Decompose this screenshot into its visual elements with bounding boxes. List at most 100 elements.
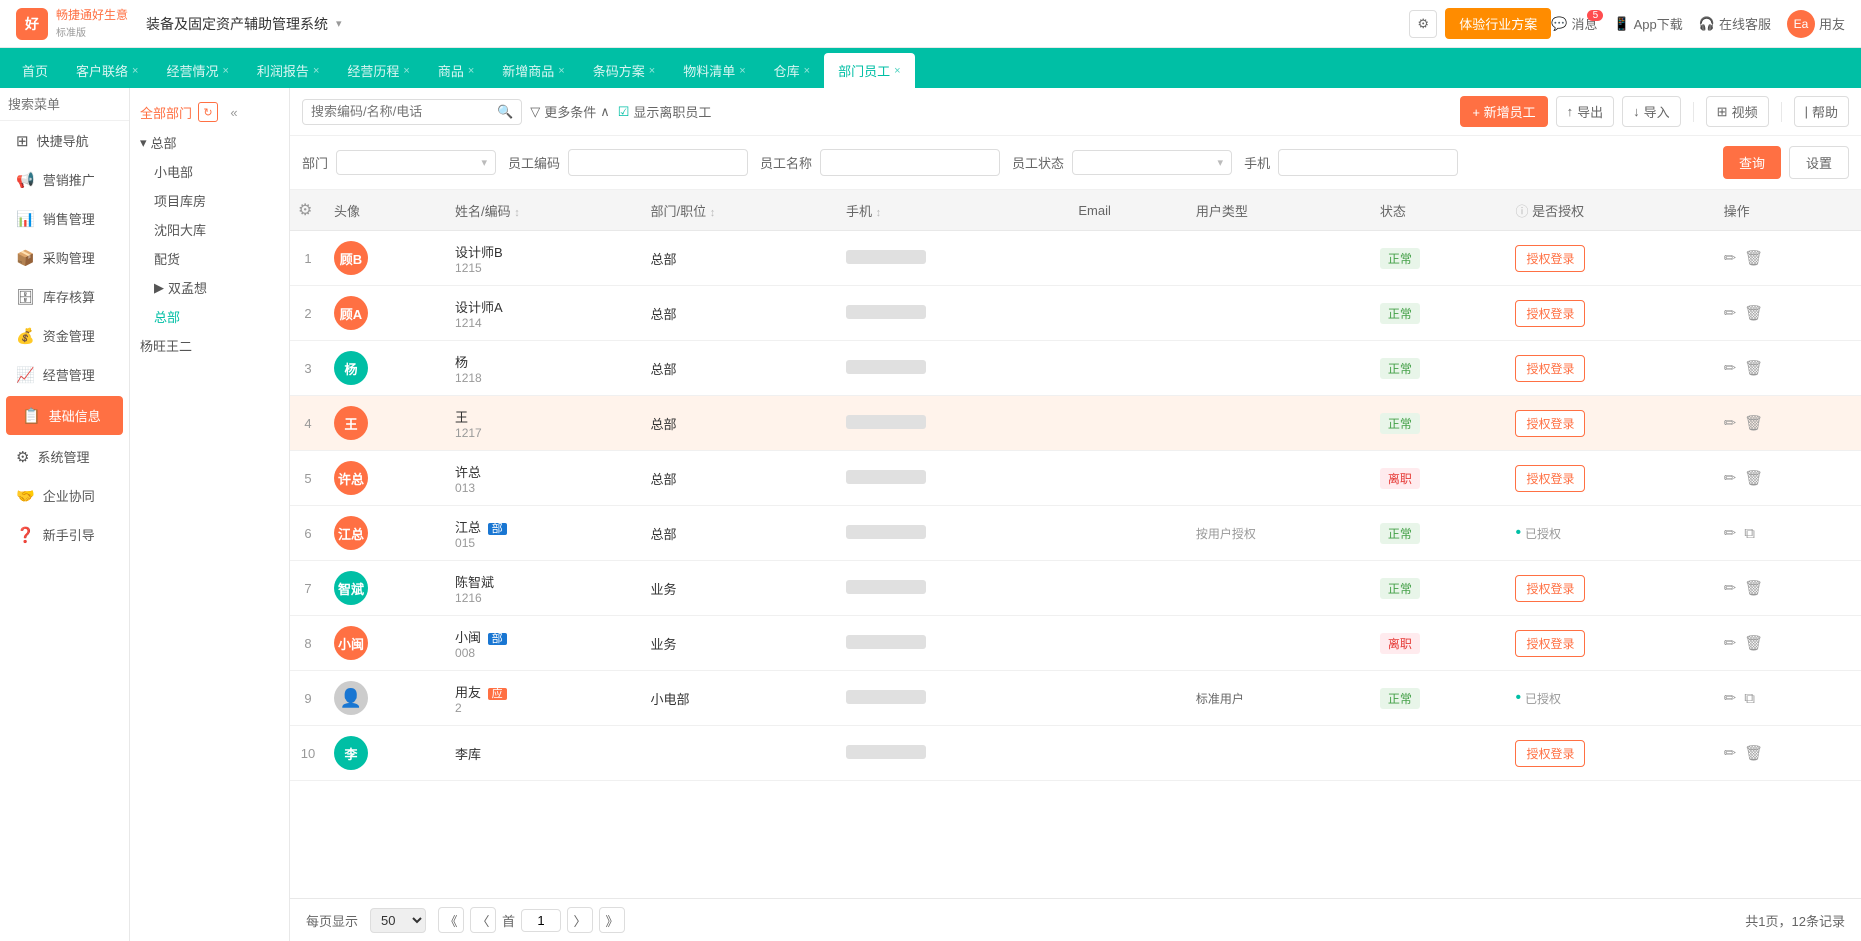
auth-login-button[interactable]: 授权登录 (1515, 300, 1585, 327)
delete-button[interactable]: 🗑 (1744, 359, 1763, 377)
tab-warehouse[interactable]: 仓库 × (760, 53, 824, 88)
system-title-dropdown-icon[interactable]: ▾ (336, 17, 342, 30)
sidebar-item-sales[interactable]: 📊 销售管理 (0, 199, 129, 238)
delete-button[interactable]: 🗑 (1744, 579, 1763, 597)
edit-button[interactable]: ✏ (1724, 689, 1737, 707)
query-button[interactable]: 查询 (1723, 146, 1781, 179)
col-name-sort-icon[interactable]: ↕ (514, 207, 520, 219)
sidebar-item-operations[interactable]: 📈 经营管理 (0, 355, 129, 394)
sidebar-item-system[interactable]: ⚙ 系统管理 (0, 437, 129, 476)
filter-dept-select[interactable]: ▾ (336, 150, 496, 175)
sidebar-item-basic[interactable]: 📋 基础信息 (6, 396, 123, 435)
add-employee-button[interactable]: + 新增员工 (1460, 96, 1547, 127)
dept-refresh-button[interactable]: ↻ (198, 102, 218, 122)
auth-login-button[interactable]: 授权登录 (1515, 410, 1585, 437)
view-button[interactable]: 视频 (1706, 96, 1769, 127)
tab-close-profit[interactable]: × (313, 65, 319, 77)
delete-button[interactable]: 🗑 (1744, 249, 1763, 267)
delete-button[interactable]: 🗑 (1744, 469, 1763, 487)
tab-close-barcode[interactable]: × (649, 65, 655, 77)
app-download-action[interactable]: 📱 App下载 (1613, 14, 1682, 33)
export-button[interactable]: 导出 (1556, 96, 1615, 127)
dept-item-shuangmengxiang[interactable]: ▶ 双孟想 (138, 273, 289, 302)
prev-page-button[interactable]: 〈 (470, 907, 496, 933)
tab-close-goods[interactable]: × (468, 65, 474, 77)
message-action[interactable]: 💬 消息 5 (1551, 14, 1597, 33)
settings-gear-button[interactable]: ⚙ (1409, 10, 1437, 38)
tab-customer[interactable]: 客户联络 × (62, 53, 152, 88)
search-input[interactable] (311, 104, 491, 119)
tab-close-customer[interactable]: × (132, 65, 138, 77)
next-page-button[interactable]: 〉 (567, 907, 593, 933)
filter-status-select[interactable]: ▾ (1072, 150, 1232, 175)
tab-close-department[interactable]: × (894, 65, 900, 77)
edit-button[interactable]: ✏ (1724, 359, 1737, 377)
filter-empname-input[interactable] (820, 149, 1000, 176)
tab-new-goods[interactable]: 新增商品 × (488, 53, 578, 88)
tab-close-operations[interactable]: × (222, 65, 228, 77)
import-button[interactable]: 导入 (1622, 96, 1681, 127)
sidebar-search-input[interactable] (8, 97, 130, 112)
edit-button[interactable]: ✏ (1724, 744, 1737, 762)
auth-login-button[interactable]: 授权登录 (1515, 355, 1585, 382)
help-button[interactable]: | 帮助 (1794, 96, 1849, 127)
tab-barcode[interactable]: 条码方案 × (579, 53, 669, 88)
first-page-button[interactable]: 《 (438, 907, 464, 933)
dept-item-yangwang[interactable]: 杨旺王二 (130, 331, 289, 360)
auth-login-button[interactable]: 授权登录 (1515, 465, 1585, 492)
sidebar-item-company[interactable]: 🤝 企业协同 (0, 476, 129, 515)
auth-login-button[interactable]: 授权登录 (1515, 575, 1585, 602)
tab-home[interactable]: 首页 (8, 53, 62, 88)
dept-item-zongbu2[interactable]: 总部 (138, 302, 289, 331)
col-dept-sort-icon[interactable]: ↕ (710, 207, 716, 219)
last-page-button[interactable]: 》 (599, 907, 625, 933)
column-settings-icon[interactable]: ⚙ (298, 202, 312, 219)
dept-collapse-button[interactable]: « (224, 102, 244, 122)
set-button[interactable]: 设置 (1789, 146, 1849, 179)
sidebar-item-marketing[interactable]: 📢 营销推广 (0, 160, 129, 199)
tab-close-history[interactable]: × (403, 65, 409, 77)
tab-close-newgoods[interactable]: × (558, 65, 564, 77)
auth-login-button[interactable]: 授权登录 (1515, 630, 1585, 657)
search-submit-icon[interactable]: 🔍 (497, 104, 513, 120)
copy-button[interactable]: ⧉ (1744, 690, 1755, 707)
sidebar-item-purchase[interactable]: 📦 采购管理 (0, 238, 129, 277)
more-filters-button[interactable]: ▽ 更多条件 ∧ (530, 102, 610, 121)
edit-button[interactable]: ✏ (1724, 414, 1737, 432)
auth-login-button[interactable]: 授权登录 (1515, 245, 1585, 272)
copy-button[interactable]: ⧉ (1744, 525, 1755, 542)
edit-button[interactable]: ✏ (1724, 579, 1737, 597)
tab-department[interactable]: 部门员工 × (824, 53, 914, 88)
user-action[interactable]: Ea 用友 (1787, 10, 1845, 38)
tab-bom[interactable]: 物料清单 × (669, 53, 759, 88)
per-page-select[interactable]: 50 100 200 (370, 908, 426, 933)
filter-phone-input[interactable] (1278, 149, 1458, 176)
edit-button[interactable]: ✏ (1724, 249, 1737, 267)
trial-button[interactable]: 体验行业方案 (1445, 8, 1551, 39)
dept-tree-zongbu-parent[interactable]: ▾ 总部 (130, 128, 289, 157)
delete-button[interactable]: 🗑 (1744, 304, 1763, 322)
sidebar-item-quicknav[interactable]: ⊞ 快捷导航 (0, 121, 129, 160)
delete-button[interactable]: 🗑 (1744, 414, 1763, 432)
col-name-header[interactable]: 姓名/编码 ↕ (447, 190, 642, 231)
tab-goods[interactable]: 商品 × (424, 53, 488, 88)
sidebar-item-guide[interactable]: ❓ 新手引导 (0, 515, 129, 554)
edit-button[interactable]: ✏ (1724, 304, 1737, 322)
page-number-input[interactable] (521, 909, 561, 932)
tab-close-bom[interactable]: × (739, 65, 745, 77)
delete-button[interactable]: 🗑 (1744, 634, 1763, 652)
dept-item-xiaodiaobu[interactable]: 小电部 (138, 157, 289, 186)
edit-button[interactable]: ✏ (1724, 524, 1737, 542)
col-phone-header[interactable]: 手机 ↕ (838, 190, 1070, 231)
auth-login-button[interactable]: 授权登录 (1515, 740, 1585, 767)
online-service-action[interactable]: 🎧 在线客服 (1699, 14, 1771, 33)
col-phone-sort-icon[interactable]: ↕ (876, 207, 882, 219)
sidebar-item-inventory[interactable]: 🗄 库存核算 (0, 277, 129, 316)
tab-history[interactable]: 经营历程 × (333, 53, 423, 88)
edit-button[interactable]: ✏ (1724, 634, 1737, 652)
tab-operations[interactable]: 经营情况 × (152, 53, 242, 88)
tab-close-warehouse[interactable]: × (804, 65, 810, 77)
dept-item-peihuo[interactable]: 配货 (138, 244, 289, 273)
show-left-button[interactable]: ☑ 显示离职员工 (618, 102, 712, 121)
tab-profit[interactable]: 利润报告 × (243, 53, 333, 88)
